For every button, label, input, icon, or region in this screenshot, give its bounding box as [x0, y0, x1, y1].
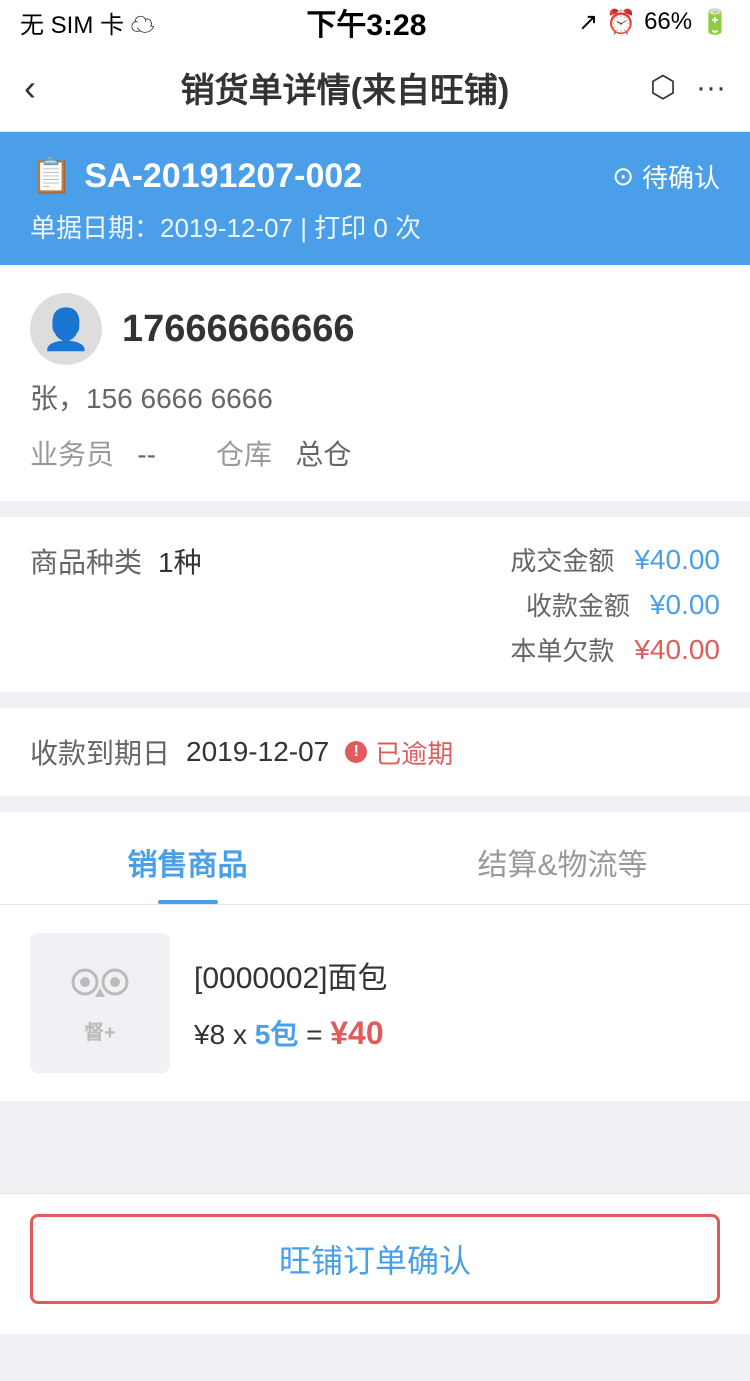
alarm-icon: ⏰: [606, 8, 636, 37]
unit-price: ¥8: [194, 1019, 225, 1050]
due-date-section: 收款到期日 2019-12-07 ! 已逾期: [0, 708, 750, 796]
goods-type-value: 1种: [158, 541, 202, 581]
owed-value: ¥40.00: [634, 634, 720, 666]
owed-label: 本单欠款: [510, 631, 614, 668]
goods-type-info: 商品种类 1种: [30, 541, 202, 581]
multiply-sign: x: [233, 1019, 255, 1050]
goods-type-label: 商品种类: [30, 541, 142, 581]
product-price: ¥8 x 5包 = ¥40: [194, 1013, 720, 1053]
received-value: ¥0.00: [650, 589, 720, 621]
overdue-dot-icon: !: [345, 741, 367, 763]
quantity: 5包: [255, 1019, 299, 1050]
summary-section: 商品种类 1种 成交金额 ¥40.00 收款金额 ¥0.00 本单欠款 ¥40.…: [0, 517, 750, 692]
tab-sales-goods[interactable]: 销售商品: [0, 812, 375, 904]
thumb-content: 督+: [65, 962, 135, 1045]
share-icon[interactable]: ⬡: [650, 70, 676, 105]
user-icon: 👤: [41, 306, 91, 353]
product-item: 督+ [0000002]面包 ¥8 x 5包 = ¥40: [0, 905, 750, 1101]
location-icon: ↗: [578, 8, 598, 37]
order-id-row: 📋 SA-20191207-002 ⊙ 待确认: [30, 156, 720, 196]
customer-meta: 业务员 -- 仓库 总仓: [30, 433, 720, 473]
overdue-badge: ! 已逾期: [345, 734, 453, 771]
order-icon: 📋: [30, 156, 72, 196]
back-button[interactable]: ‹: [24, 67, 84, 109]
tab-settlement[interactable]: 结算&物流等: [375, 812, 750, 904]
avatar: 👤: [30, 293, 102, 365]
battery-text: 66%: [644, 8, 692, 36]
deal-amount-row: 成交金额 ¥40.00: [510, 541, 720, 578]
customer-section: 👤 17666666666 张，156 6666 6666 业务员 -- 仓库 …: [0, 265, 750, 501]
status-time: 下午3:28: [306, 0, 426, 44]
product-info: [0000002]面包 ¥8 x 5包 = ¥40: [194, 953, 720, 1053]
due-date-label: 收款到期日: [30, 732, 170, 772]
clock-icon: ⊙: [612, 161, 634, 192]
deal-amount-label: 成交金额: [510, 541, 614, 578]
order-id-text: SA-20191207-002: [84, 157, 362, 196]
customer-name: 张，156 6666 6666: [30, 377, 720, 417]
confirm-button-label: 旺铺订单确认: [279, 1236, 471, 1282]
battery-icon: 🔋: [700, 8, 730, 37]
status-right: ↗ ⏰ 66% 🔋: [578, 8, 730, 37]
confirm-button[interactable]: 旺铺订单确认: [30, 1214, 720, 1304]
sim-text: 无 SIM 卡 ☁: [20, 5, 155, 40]
warehouse-label: 仓库: [216, 439, 272, 470]
owl-logo: [65, 962, 135, 1012]
owed-row: 本单欠款 ¥40.00: [510, 631, 720, 668]
salesperson-label: 业务员: [30, 439, 114, 470]
salesperson-info: 业务员 --: [30, 433, 156, 473]
order-status-text: 待确认: [642, 158, 720, 195]
more-icon[interactable]: ···: [696, 71, 726, 105]
salesperson-value: --: [137, 439, 156, 470]
status-left: 无 SIM 卡 ☁: [20, 5, 155, 40]
tabs-row: 销售商品 结算&物流等: [0, 812, 750, 905]
order-date: 单据日期：2019-12-07 | 打印 0 次: [30, 208, 720, 245]
order-header-banner: 📋 SA-20191207-002 ⊙ 待确认 单据日期：2019-12-07 …: [0, 132, 750, 265]
order-id: 📋 SA-20191207-002: [30, 156, 362, 196]
equals-sign: =: [306, 1019, 330, 1050]
received-label: 收款金额: [526, 586, 630, 623]
warehouse-info: 仓库 总仓: [216, 433, 351, 473]
order-status: ⊙ 待确认: [612, 158, 720, 195]
received-row: 收款金额 ¥0.00: [526, 586, 720, 623]
total-price: ¥40: [330, 1015, 383, 1051]
status-bar: 无 SIM 卡 ☁ 下午3:28 ↗ ⏰ 66% 🔋: [0, 0, 750, 44]
bottom-bar: 旺铺订单确认: [0, 1193, 750, 1334]
overdue-text: 已逾期: [375, 734, 453, 771]
nav-actions: ⬡ ···: [606, 70, 726, 105]
amount-summary: 成交金额 ¥40.00 收款金额 ¥0.00 本单欠款 ¥40.00: [510, 541, 720, 668]
product-thumbnail: 督+: [30, 933, 170, 1073]
tabs-section: 销售商品 结算&物流等 督+ [0000002]面包 ¥8: [0, 812, 750, 1101]
deal-amount-value: ¥40.00: [634, 544, 720, 576]
logo-plus-text: 督+: [84, 1016, 116, 1045]
nav-bar: ‹ 销货单详情(来自旺铺) ⬡ ···: [0, 44, 750, 132]
customer-top: 👤 17666666666: [30, 293, 720, 365]
due-date-value: 2019-12-07: [186, 736, 329, 768]
page-title: 销货单详情(来自旺铺): [84, 63, 606, 112]
warehouse-value: 总仓: [295, 439, 351, 470]
product-name: [0000002]面包: [194, 953, 720, 997]
customer-phone: 17666666666: [122, 308, 354, 351]
